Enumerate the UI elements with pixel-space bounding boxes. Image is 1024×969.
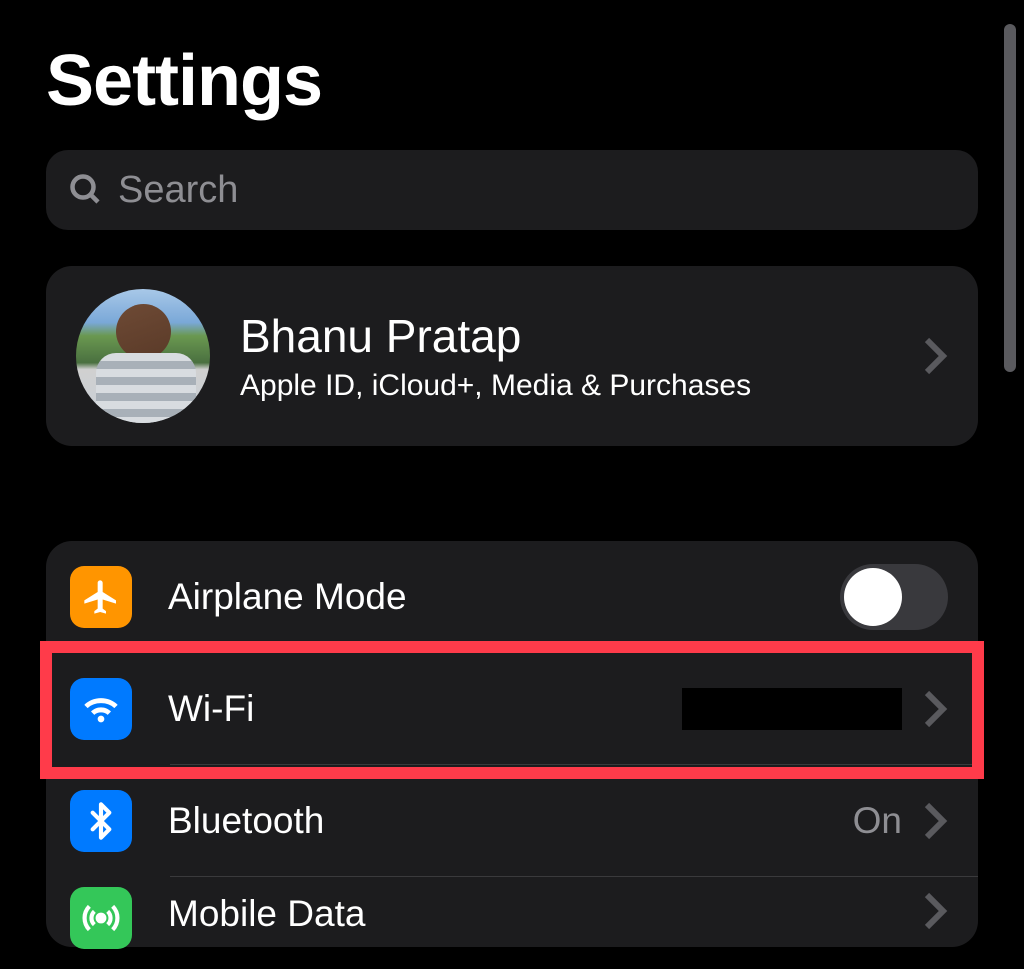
settings-list: Airplane Mode Wi-Fi Bluetooth On [46, 541, 978, 947]
setting-row-wifi[interactable]: Wi-Fi [46, 653, 978, 765]
setting-row-bluetooth[interactable]: Bluetooth On [46, 765, 978, 877]
airplane-icon [70, 566, 132, 628]
profile-name: Bhanu Pratap [240, 309, 922, 363]
page-title: Settings [0, 0, 1024, 122]
setting-label: Bluetooth [168, 800, 853, 842]
mobile-data-icon [70, 887, 132, 949]
wifi-network-redacted [682, 688, 902, 730]
chevron-right-icon [922, 891, 948, 931]
setting-label: Airplane Mode [168, 576, 840, 618]
bluetooth-icon [70, 790, 132, 852]
profile-row[interactable]: Bhanu Pratap Apple ID, iCloud+, Media & … [46, 266, 978, 446]
setting-label: Wi-Fi [168, 688, 682, 730]
avatar [76, 289, 210, 423]
wifi-icon [70, 678, 132, 740]
chevron-right-icon [922, 689, 948, 729]
airplane-mode-toggle[interactable] [840, 564, 948, 630]
toggle-knob [844, 568, 902, 626]
profile-text: Bhanu Pratap Apple ID, iCloud+, Media & … [240, 309, 922, 403]
chevron-right-icon [922, 801, 948, 841]
chevron-right-icon [922, 336, 948, 376]
search-icon [68, 172, 104, 208]
setting-row-airplane-mode[interactable]: Airplane Mode [46, 541, 978, 653]
scrollbar[interactable] [1004, 24, 1016, 372]
setting-label: Mobile Data [168, 893, 922, 935]
setting-row-mobile-data[interactable]: Mobile Data [46, 877, 978, 947]
search-input[interactable]: Search [46, 150, 978, 230]
profile-subtitle: Apple ID, iCloud+, Media & Purchases [240, 369, 922, 403]
search-placeholder: Search [118, 169, 238, 212]
setting-value: On [853, 800, 902, 842]
